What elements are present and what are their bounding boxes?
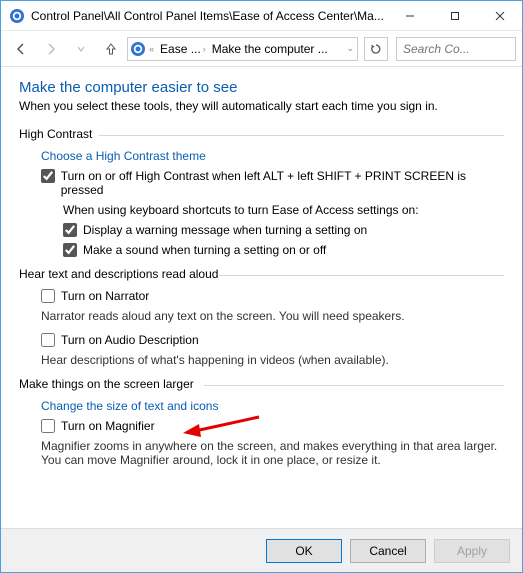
checkbox-label: Turn on or off High Contrast when left A… (61, 169, 504, 197)
warning-message-row[interactable]: Display a warning message when turning a… (63, 223, 504, 237)
address-bar[interactable]: « Ease ... › Make the computer ... ⌄ (127, 37, 358, 61)
breadcrumb-label: Ease ... (160, 42, 201, 56)
checkbox-label: Turn on Magnifier (61, 419, 155, 433)
ok-button[interactable]: OK (266, 539, 342, 563)
back-button[interactable] (7, 35, 35, 63)
refresh-button[interactable] (364, 37, 388, 61)
page-title: Make the computer easier to see (19, 79, 504, 96)
close-button[interactable] (477, 1, 522, 30)
recent-dropdown[interactable] (67, 35, 95, 63)
make-sound-row[interactable]: Make a sound when turning a setting on o… (63, 243, 504, 257)
title-bar: Control Panel\All Control Panel Items\Ea… (1, 1, 522, 31)
breadcrumb-seg-1[interactable]: Ease ... › (157, 38, 209, 60)
turn-on-audio-desc-row[interactable]: Turn on Audio Description (41, 333, 504, 347)
turn-on-magnifier-checkbox[interactable] (41, 419, 55, 433)
high-contrast-theme-link[interactable]: Choose a High Contrast theme (41, 149, 206, 163)
magnifier-description: Magnifier zooms in anywhere on the scree… (41, 439, 504, 467)
up-button[interactable] (97, 35, 125, 63)
location-icon (130, 41, 146, 57)
maximize-button[interactable] (432, 1, 477, 30)
turn-on-audio-desc-checkbox[interactable] (41, 333, 55, 347)
warning-message-checkbox[interactable] (63, 223, 77, 237)
narrator-description: Narrator reads aloud any text on the scr… (41, 309, 504, 323)
search-input[interactable] (396, 37, 516, 61)
chevron-icon[interactable]: « (146, 38, 157, 60)
audio-desc-description: Hear descriptions of what's happening in… (41, 353, 504, 367)
apply-button[interactable]: Apply (434, 539, 510, 563)
high-contrast-toggle-row[interactable]: Turn on or off High Contrast when left A… (41, 169, 504, 197)
content-pane: Make the computer easier to see When you… (1, 67, 522, 528)
group-narrator: Hear text and descriptions read aloud (19, 267, 504, 281)
high-contrast-toggle-checkbox[interactable] (41, 169, 55, 183)
breadcrumb-label: Make the computer ... (212, 42, 328, 56)
cancel-button[interactable]: Cancel (350, 539, 426, 563)
app-icon (9, 8, 25, 24)
breadcrumb-seg-2[interactable]: Make the computer ... (209, 38, 331, 60)
turn-on-magnifier-row[interactable]: Turn on Magnifier (41, 419, 504, 433)
annotation-arrow-icon (181, 413, 261, 439)
nav-toolbar: « Ease ... › Make the computer ... ⌄ (1, 31, 522, 67)
address-dropdown[interactable]: ⌄ (343, 38, 357, 60)
forward-button[interactable] (37, 35, 65, 63)
minimize-button[interactable] (387, 1, 432, 30)
change-text-size-link[interactable]: Change the size of text and icons (41, 399, 218, 413)
checkbox-label: Display a warning message when turning a… (83, 223, 367, 237)
button-bar: OK Cancel Apply (1, 528, 522, 572)
checkbox-label: Make a sound when turning a setting on o… (83, 243, 326, 257)
group-high-contrast: High Contrast (19, 127, 504, 141)
shortcut-subheader: When using keyboard shortcuts to turn Ea… (63, 203, 504, 217)
chevron-right-icon: › (203, 44, 206, 54)
window-title: Control Panel\All Control Panel Items\Ea… (25, 9, 387, 23)
turn-on-narrator-checkbox[interactable] (41, 289, 55, 303)
group-make-larger: Make things on the screen larger (19, 377, 504, 391)
make-sound-checkbox[interactable] (63, 243, 77, 257)
turn-on-narrator-row[interactable]: Turn on Narrator (41, 289, 504, 303)
checkbox-label: Turn on Narrator (61, 289, 149, 303)
page-subtitle: When you select these tools, they will a… (19, 99, 504, 113)
checkbox-label: Turn on Audio Description (61, 333, 199, 347)
